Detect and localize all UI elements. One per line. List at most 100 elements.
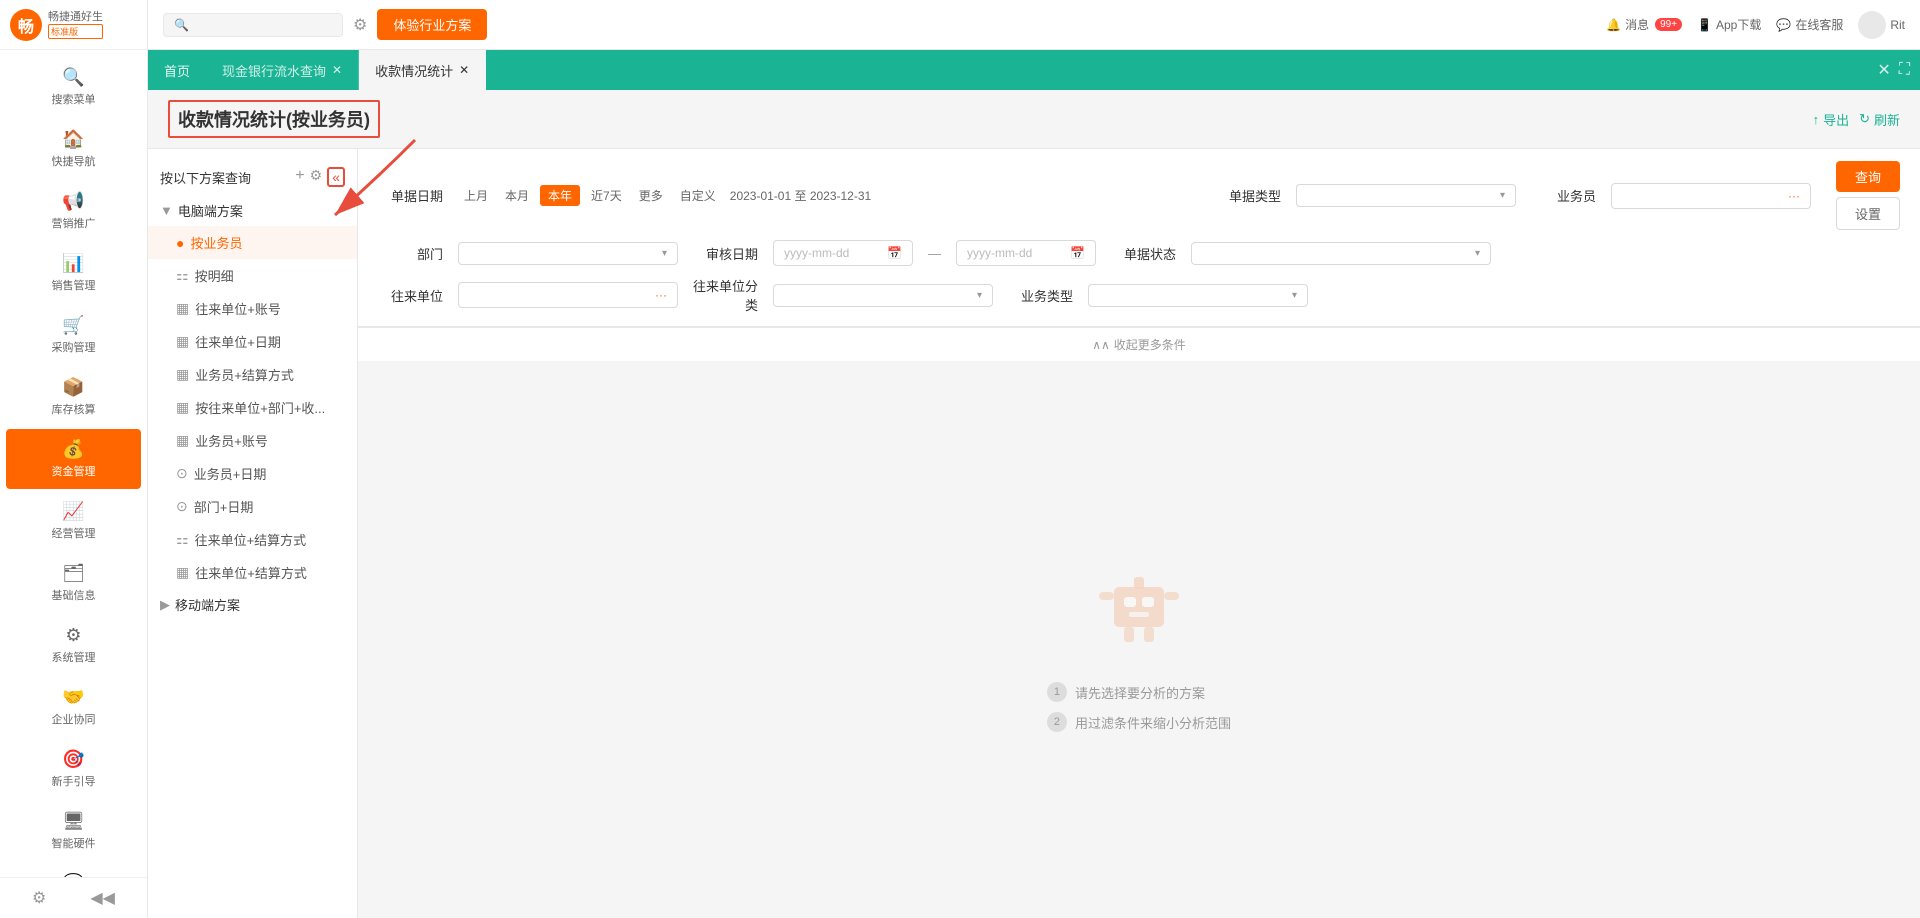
sidebar-item-guide[interactable]: 🎯 新手引导	[6, 739, 141, 799]
scheme-item-label-salesperson-date: 业务员+日期	[194, 464, 267, 483]
collapse-footer-icon[interactable]: ◀◀	[90, 888, 115, 908]
desktop-scheme-group: ▼ 电脑端方案 ● 按业务员 ⚏ 按明细 ▦ 往来单位+账号	[148, 195, 357, 589]
tab-home[interactable]: 首页	[148, 50, 206, 90]
scheme-item-label-unit-account: 往来单位+账号	[195, 299, 281, 318]
dept-dropdown-icon: ▾	[662, 248, 667, 259]
unit-date-icon: ▦	[176, 333, 189, 350]
date-tab-this-year[interactable]: 本年	[540, 185, 580, 206]
trial-button[interactable]: 体验行业方案	[377, 9, 487, 40]
tab-close-window-icon[interactable]: ✕	[1877, 60, 1890, 80]
scheme-item-by-detail[interactable]: ⚏ 按明细	[148, 259, 357, 292]
counterpart-label: 往来单位	[378, 286, 443, 305]
desktop-group-title[interactable]: ▼ 电脑端方案	[148, 195, 357, 226]
scheme-item-by-salesperson[interactable]: ● 按业务员	[148, 226, 357, 259]
sidebar-item-operations[interactable]: 📈 经营管理	[6, 491, 141, 551]
calendar-end-icon[interactable]: 📅	[1070, 246, 1085, 260]
date-tab-last-month[interactable]: 上月	[458, 185, 494, 206]
empty-illustration	[1079, 547, 1199, 667]
date-tab-more[interactable]: 更多	[633, 185, 669, 206]
mobile-group-title[interactable]: ▶ 移动端方案	[148, 589, 357, 620]
sidebar-item-marketing[interactable]: 📢 营销推广	[6, 181, 141, 241]
refresh-button[interactable]: ↻ 刷新	[1859, 110, 1900, 129]
salesperson-date-icon: ⊙	[176, 465, 188, 482]
online-service-action[interactable]: 💬 在线客服	[1776, 16, 1843, 33]
desktop-arrow-icon: ▼	[160, 203, 173, 218]
counterpart-input[interactable]: ···	[458, 282, 678, 308]
sidebar-item-purchase[interactable]: 🛒 采购管理	[6, 305, 141, 365]
bank-flow-tab-close[interactable]: ✕	[332, 63, 342, 77]
calendar-start-icon[interactable]: 📅	[887, 246, 902, 260]
panel-header: 按以下方案查询 + ⚙ «	[148, 159, 357, 195]
export-button[interactable]: ↑ 导出	[1813, 110, 1850, 129]
date-tab-7days[interactable]: 近7天	[585, 185, 628, 206]
scheme-settings-icon[interactable]: ⚙	[310, 167, 323, 187]
topbar-gear-icon[interactable]: ⚙	[353, 15, 367, 35]
tab-receipt-stats[interactable]: 收款情况统计 ✕	[359, 50, 486, 90]
sidebar-item-wechat[interactable]: 💬 企业微信	[6, 863, 141, 877]
scheme-item-unit-settle1[interactable]: ⚏ 往来单位+结算方式	[148, 523, 357, 556]
sidebar-label-purchase: 采购管理	[52, 339, 96, 355]
filter-settings-button[interactable]: 设置	[1836, 197, 1900, 230]
salesperson-account-icon: ▦	[176, 432, 189, 449]
panel-collapse-icon[interactable]: «	[327, 167, 345, 187]
page-header: 收款情况统计(按业务员) ↑ 导出 ↻ 刷新	[148, 90, 1920, 149]
logo-area: 畅 畅捷通好生 标准版	[0, 0, 147, 50]
app-download-action[interactable]: 📱 App下载	[1697, 16, 1761, 33]
receipt-stats-tab-close[interactable]: ✕	[459, 63, 469, 77]
tab-maximize-icon[interactable]: ⛶	[1899, 61, 1910, 79]
topbar-search[interactable]: 🔍	[163, 13, 343, 37]
sales-icon: 📊	[62, 253, 84, 274]
sidebar-label-sales: 销售管理	[52, 277, 96, 293]
salesperson-label: 业务员	[1531, 186, 1596, 205]
doc-type-input[interactable]: ▾	[1296, 184, 1516, 207]
sidebar-item-finance[interactable]: 💰 资金管理	[6, 429, 141, 489]
salesperson-input[interactable]: ···	[1611, 183, 1811, 209]
dept-date-icon: ⊙	[176, 498, 188, 515]
sidebar-item-search[interactable]: 🔍 搜索菜单	[6, 57, 141, 117]
sidebar-item-sales[interactable]: 📊 销售管理	[6, 243, 141, 303]
date-tab-custom[interactable]: 自定义	[674, 185, 722, 206]
step-2-num: 2	[1047, 712, 1067, 732]
user-area[interactable]: Rit	[1858, 11, 1905, 39]
date-range-value: 2023-01-01 至 2023-12-31	[730, 187, 871, 204]
scheme-item-unit-dept-income[interactable]: ▦ 按往来单位+部门+收...	[148, 391, 357, 424]
notification-action[interactable]: 🔔 消息 99+	[1606, 16, 1682, 33]
sidebar-item-basics[interactable]: 🗂 基础信息	[6, 553, 141, 613]
counterpart-category-dropdown-icon: ▾	[977, 290, 982, 301]
salesperson-more-icon[interactable]: ···	[1788, 189, 1800, 203]
scheme-item-dept-date[interactable]: ⊙ 部门+日期	[148, 490, 357, 523]
sidebar-item-hardware[interactable]: 🖥 智能硬件	[6, 801, 141, 861]
sidebar-item-cooperation[interactable]: 🤝 企业协同	[6, 677, 141, 737]
doc-status-input[interactable]: ▾	[1191, 242, 1491, 265]
scheme-item-unit-settle2[interactable]: ▦ 往来单位+结算方式	[148, 556, 357, 589]
system-icon: ⚙	[65, 625, 81, 646]
review-date-start-input[interactable]: yyyy-mm-dd 📅	[773, 240, 913, 266]
sidebar-item-quicknav[interactable]: 🏠 快捷导航	[6, 119, 141, 179]
scheme-item-unit-date[interactable]: ▦ 往来单位+日期	[148, 325, 357, 358]
review-date-end-input[interactable]: yyyy-mm-dd 📅	[956, 240, 1096, 266]
sidebar-item-system[interactable]: ⚙ 系统管理	[6, 615, 141, 675]
scheme-item-salesperson-date[interactable]: ⊙ 业务员+日期	[148, 457, 357, 490]
export-label: 导出	[1823, 110, 1849, 129]
settings-footer-icon[interactable]: ⚙	[32, 888, 46, 908]
scheme-item-salesperson-account[interactable]: ▦ 业务员+账号	[148, 424, 357, 457]
collapse-button[interactable]: ∧∧ 收起更多条件	[366, 336, 1912, 353]
date-tab-this-month[interactable]: 本月	[499, 185, 535, 206]
query-button[interactable]: 查询	[1836, 161, 1900, 192]
sidebar-label-finance: 资金管理	[52, 463, 96, 479]
dept-input[interactable]: ▾	[458, 242, 678, 265]
business-type-input[interactable]: ▾	[1088, 284, 1308, 307]
scheme-item-unit-account[interactable]: ▦ 往来单位+账号	[148, 292, 357, 325]
add-scheme-icon[interactable]: +	[295, 167, 304, 187]
scheme-item-salesperson-settle[interactable]: ▦ 业务员+结算方式	[148, 358, 357, 391]
logo-icon: 畅	[10, 9, 42, 41]
robot-svg	[1089, 557, 1189, 657]
user-avatar	[1858, 11, 1886, 39]
counterpart-more-btn[interactable]: ···	[655, 288, 667, 302]
counterpart-category-input[interactable]: ▾	[773, 284, 993, 307]
business-type-label: 业务类型	[1008, 286, 1073, 305]
date-filter-value: 上月 本月 本年 近7天 更多 自定义 2023-01-01 至 2023-12…	[458, 185, 1201, 206]
sidebar-item-inventory[interactable]: 📦 库存核算	[6, 367, 141, 427]
sidebar-label-system: 系统管理	[52, 649, 96, 665]
tab-bank-flow[interactable]: 现金银行流水查询 ✕	[206, 50, 359, 90]
